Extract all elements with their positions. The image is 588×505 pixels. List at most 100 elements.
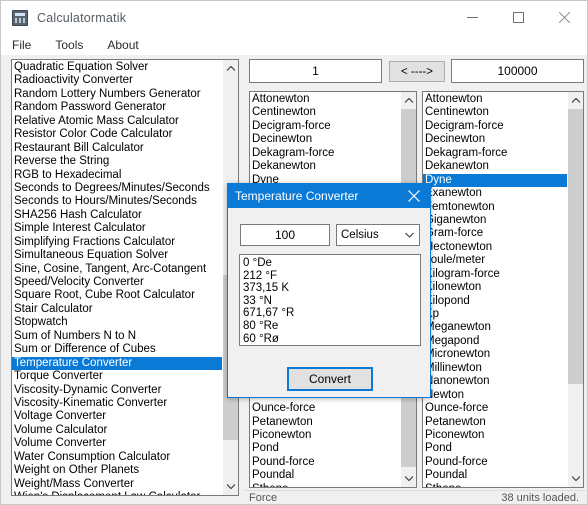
list-item[interactable]: Petanewton [425,416,567,429]
menu-item-about[interactable]: About [105,36,148,54]
list-item[interactable]: Pond [252,442,400,455]
list-item[interactable]: Exanewton [425,187,567,200]
list-item[interactable]: Torque Converter [14,370,222,383]
list-item[interactable]: Gram-force [425,227,567,240]
units-to-list[interactable]: Attonewton Centinewton Decigram-force Decin… [422,91,584,488]
menu-item-tools[interactable]: Tools [53,36,93,54]
list-item[interactable]: Dyne [423,173,567,188]
list-item[interactable]: Poundal [425,469,567,482]
list-item[interactable]: Dekanewton [252,160,400,173]
list-item[interactable]: Dekagram-force [425,147,567,160]
chevron-up-icon[interactable] [223,60,238,77]
list-item[interactable]: Viscosity-Dynamic Converter [14,384,222,397]
swap-units-button[interactable]: < ----> [389,61,445,82]
list-item[interactable]: Decigram-force [425,120,567,133]
close-icon[interactable] [541,1,587,34]
list-item[interactable]: Sum of Numbers N to N [14,330,222,343]
list-item[interactable]: Femtonewton [425,201,567,214]
list-item[interactable]: Joule/meter [425,254,567,267]
units-to-scrollbar[interactable] [567,92,583,487]
list-item[interactable]: Meganewton [425,321,567,334]
menu-item-file[interactable]: File [10,36,41,54]
list-item[interactable]: Hectonewton [425,241,567,254]
units-to-items[interactable]: Attonewton Centinewton Decigram-force Decin… [423,92,567,487]
list-item[interactable]: Simple Interest Calculator [14,222,222,235]
list-item[interactable]: Stair Calculator [14,303,222,316]
list-item[interactable]: Speed/Velocity Converter [14,276,222,289]
list-item[interactable]: Ounce-force [252,402,400,415]
minimize-icon[interactable] [449,1,495,34]
list-item[interactable]: Decinewton [252,133,400,146]
list-item[interactable]: Decinewton [425,133,567,146]
list-item[interactable]: Kp [425,308,567,321]
list-item[interactable]: Attonewton [425,93,567,106]
list-item[interactable]: Random Password Generator [14,101,222,114]
list-item[interactable]: Simultaneous Equation Solver [14,249,222,262]
convert-button[interactable]: Convert [287,367,373,391]
list-item[interactable]: Temperature Converter [12,356,222,371]
list-item[interactable]: Radioactivity Converter [14,74,222,87]
chevron-up-icon[interactable] [568,92,583,109]
list-item[interactable]: Sine, Cosine, Tangent, Arc-Cotangent [14,263,222,276]
list-item[interactable]: Ounce-force [425,402,567,415]
value-to-input[interactable]: 100000 [451,59,584,83]
list-item[interactable]: Weight on Other Planets [14,464,222,477]
list-item[interactable]: RGB to Hexadecimal [14,169,222,182]
list-item[interactable]: Reverse the String [14,155,222,168]
list-item[interactable]: Stopwatch [14,316,222,329]
list-item[interactable]: Seconds to Degrees/Minutes/Seconds [14,182,222,195]
temperature-unit-select[interactable]: Celsius [336,224,420,246]
list-item[interactable]: Kilonewton [425,281,567,294]
list-item[interactable]: Simplifying Fractions Calculator [14,236,222,249]
tool-list[interactable]: Quadratic Equation Solver Radioactivity C… [11,59,239,496]
list-item[interactable]: Poundal [252,469,400,482]
close-icon[interactable] [398,184,430,208]
list-item[interactable]: Voltage Converter [14,410,222,423]
value-from-input[interactable]: 1 [249,59,382,83]
list-item[interactable]: Volume Calculator [14,424,222,437]
list-item[interactable]: Piconewton [425,429,567,442]
list-item[interactable]: Viscosity-Kinematic Converter [14,397,222,410]
list-item[interactable]: Nanonewton [425,375,567,388]
list-item[interactable]: Relative Atomic Mass Calculator [14,115,222,128]
list-item[interactable]: Volume Converter [14,437,222,450]
list-item[interactable]: SHA256 Hash Calculator [14,209,222,222]
units-to-scroll-thumb[interactable] [568,109,583,384]
list-item[interactable]: Giganewton [425,214,567,227]
list-item[interactable]: Sum or Difference of Cubes [14,343,222,356]
list-item[interactable]: Wien's Displacement Law Calculator [14,491,222,495]
temperature-input[interactable]: 100 [240,224,330,246]
chevron-down-icon[interactable] [405,230,414,240]
list-item[interactable]: Dekagram-force [252,147,400,160]
list-item[interactable]: Petanewton [252,416,400,429]
temperature-results[interactable]: 0 °De 212 °F 373,15 K 33 °N 671,67 °R 80 °Re 6… [239,254,421,346]
list-item[interactable]: Millinewton [425,362,567,375]
list-item[interactable]: Restaurant Bill Calculator [14,142,222,155]
list-item[interactable]: Sthene [425,483,567,487]
list-item[interactable]: Kilopond [425,295,567,308]
list-item[interactable]: Random Lottery Numbers Generator [14,88,222,101]
list-item[interactable]: Quadratic Equation Solver [14,61,222,74]
list-item[interactable]: Megapond [425,335,567,348]
list-item[interactable]: Resistor Color Code Calculator [14,128,222,141]
list-item[interactable]: Micronewton [425,348,567,361]
tool-list-items[interactable]: Quadratic Equation Solver Radioactivity C… [12,60,222,495]
list-item[interactable]: Water Consumption Calculator [14,451,222,464]
chevron-up-icon[interactable] [401,92,416,109]
list-item[interactable]: Piconewton [252,429,400,442]
list-item[interactable]: Pond [425,442,567,455]
list-item[interactable]: Weight/Mass Converter [14,478,222,491]
list-item[interactable]: Centinewton [252,106,400,119]
chevron-down-icon[interactable] [568,470,583,487]
list-item[interactable]: Sthene [252,483,400,487]
list-item[interactable]: Attonewton [252,93,400,106]
chevron-down-icon[interactable] [223,478,238,495]
list-item[interactable]: Decigram-force [252,120,400,133]
maximize-icon[interactable] [495,1,541,34]
list-item[interactable]: Pound-force [425,456,567,469]
chevron-down-icon[interactable] [401,470,416,487]
list-item[interactable]: Square Root, Cube Root Calculator [14,289,222,302]
list-item[interactable]: Pound-force [252,456,400,469]
list-item[interactable]: Seconds to Hours/Minutes/Seconds [14,195,222,208]
list-item[interactable]: Newton [425,389,567,402]
